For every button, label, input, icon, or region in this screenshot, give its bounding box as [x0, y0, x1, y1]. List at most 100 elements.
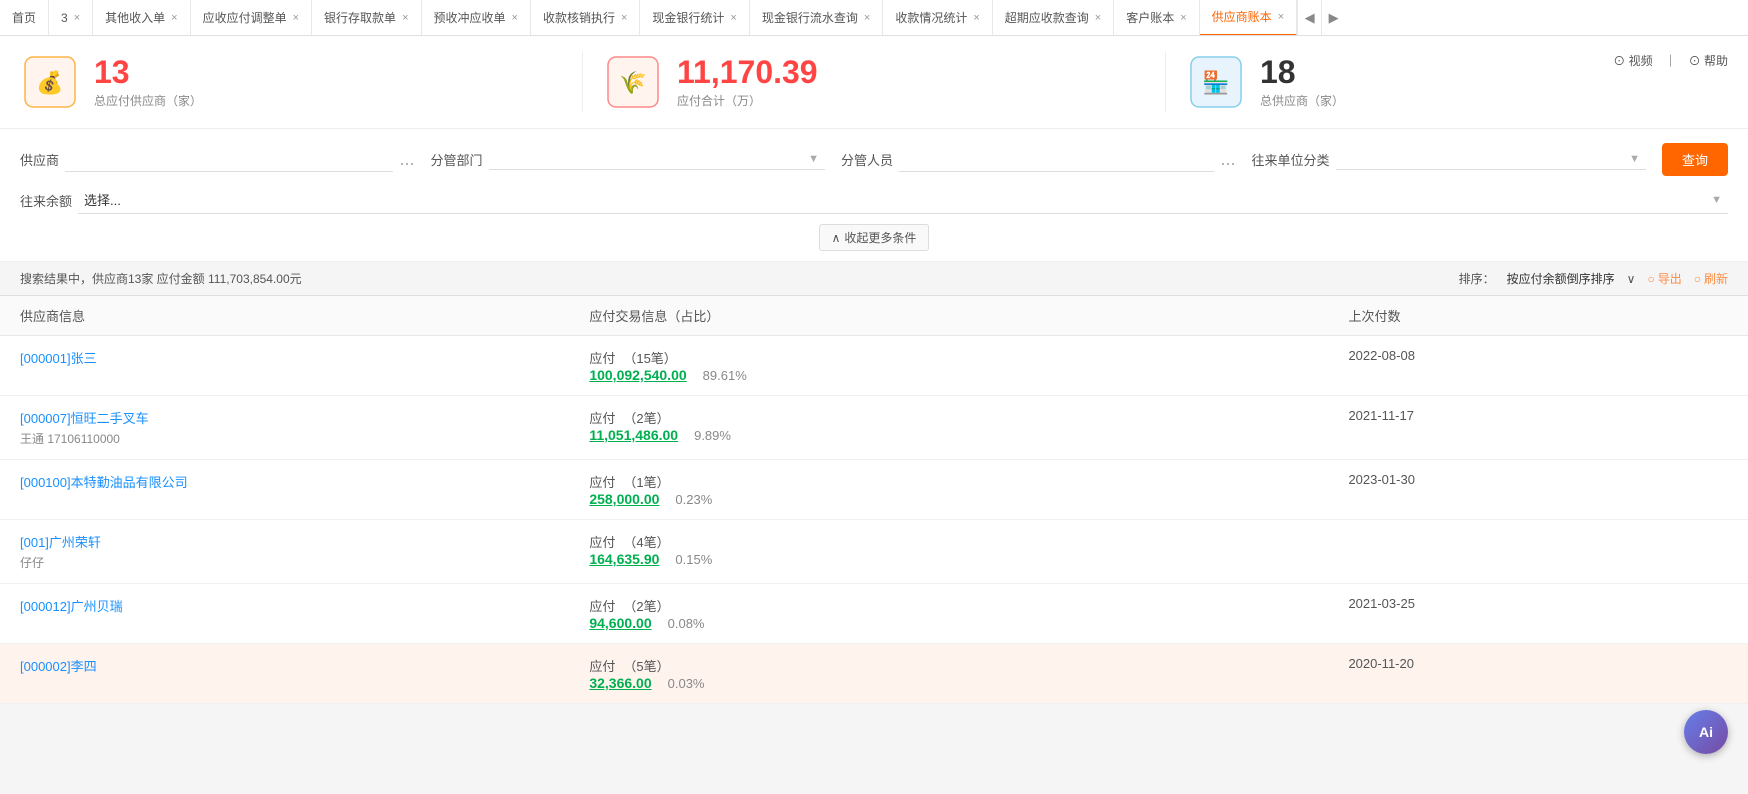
transaction-cell: 应付 （15笔） 100,092,540.00 89.61% — [589, 348, 1348, 383]
nav-tab-collection-exec-close[interactable]: × — [621, 12, 627, 24]
nav-tab-collection-exec-label: 收款核销执行 — [543, 9, 615, 26]
supplier-name-link[interactable]: [000002]李四 — [20, 659, 97, 674]
nav-prev-arrow[interactable]: ◀ — [1297, 0, 1321, 36]
filter-person-label: 分管人员 — [841, 150, 893, 169]
nav-tab-adjustment-label: 应收应付调整单 — [203, 9, 287, 26]
help-link[interactable]: ⊙ 帮助 — [1689, 52, 1728, 69]
filter-person-input[interactable] — [899, 148, 1214, 172]
table-row: [000100]本特勤油品有限公司 应付 （1笔） 258,000.00 0.2… — [0, 460, 1748, 520]
nav-tab-cash-flow-close[interactable]: × — [864, 12, 870, 24]
video-link[interactable]: ⊙ 视频 — [1613, 52, 1652, 69]
transaction-cell: 应付 （1笔） 258,000.00 0.23% — [589, 472, 1348, 507]
filter-balance-arrow: ▼ — [1711, 194, 1722, 206]
filter-category-select[interactable]: ▼ — [1336, 149, 1646, 170]
nav-tab-cash-flow[interactable]: 现金银行流水查询 × — [750, 0, 883, 36]
nav-tab-customer-ledger[interactable]: 客户账本 × — [1114, 0, 1199, 36]
nav-tab-home-label: 首页 — [12, 9, 36, 26]
summary-payable-suppliers: 💰 13 总应付供应商（家） — [20, 52, 562, 112]
supplier-name-link[interactable]: [000007]恒旺二手叉车 — [20, 411, 149, 426]
lastpay-date: 2020-11-20 — [1348, 656, 1414, 671]
tx-amount-link[interactable]: 164,635.90 — [589, 551, 659, 567]
payable-suppliers-num: 13 — [94, 56, 202, 88]
total-suppliers-icon: 🏪 — [1186, 52, 1246, 112]
nav-tab-adjustment-close[interactable]: × — [293, 12, 299, 24]
supplier-contact: 王通 17106110000 — [20, 430, 589, 447]
supplier-name-link[interactable]: [000100]本特勤油品有限公司 — [20, 475, 188, 490]
svg-text:🏪: 🏪 — [1202, 70, 1229, 95]
refresh-label: 刷新 — [1704, 270, 1728, 287]
collapse-icon: ∧ — [832, 231, 841, 245]
nav-tab-overdue-label: 超期应收款查询 — [1005, 9, 1089, 26]
lastpay-date: 2022-08-08 — [1348, 348, 1415, 363]
tx-line: 应付 （2笔） — [589, 408, 1348, 427]
collapse-button[interactable]: ∧ 收起更多条件 — [819, 224, 930, 251]
col-header-lastpay: 上次付数 — [1348, 306, 1728, 325]
nav-tab-overdue[interactable]: 超期应收款查询 × — [993, 0, 1114, 36]
nav-tab-adjustment[interactable]: 应收应付调整单 × — [191, 0, 312, 36]
nav-tab-collection-exec[interactable]: 收款核销执行 × — [531, 0, 640, 36]
nav-tab-supplier-ledger-close[interactable]: × — [1278, 11, 1284, 23]
nav-tab-prepay[interactable]: 预收冲应收单 × — [422, 0, 531, 36]
filter-dept-select[interactable]: ▼ — [489, 149, 825, 170]
tx-amount-link[interactable]: 94,600.00 — [589, 615, 651, 631]
supplier-contact: 仔仔 — [20, 554, 589, 571]
tx-amount-link[interactable]: 100,092,540.00 — [589, 367, 686, 383]
table-row: [001]广州荣轩 仔仔 应付 （4笔） 164,635.90 0.15% — [0, 520, 1748, 584]
filter-person-dots[interactable]: ... — [1220, 149, 1235, 170]
filter-dept-arrow: ▼ — [808, 153, 819, 165]
query-button[interactable]: 查询 — [1662, 143, 1728, 176]
nav-tab-3-close[interactable]: × — [74, 12, 80, 24]
nav-tab-other-income-close[interactable]: × — [171, 12, 177, 24]
nav-tab-cash-bank-stat[interactable]: 现金银行统计 × — [640, 0, 749, 36]
nav-tab-supplier-ledger-label: 供应商账本 — [1212, 8, 1272, 25]
supplier-name-link[interactable]: [000001]张三 — [20, 351, 97, 366]
nav-tab-overdue-close[interactable]: × — [1095, 12, 1101, 24]
nav-tab-home[interactable]: 首页 — [0, 0, 49, 36]
table-row: [000002]李四 应付 （5笔） 32,366.00 0.03% 2020-… — [0, 644, 1748, 704]
table-row: [000012]广州贝瑞 应付 （2笔） 94,600.00 0.08% 202… — [0, 584, 1748, 644]
sort-value[interactable]: 按应付余额倒序排序 — [1507, 270, 1615, 287]
supplier-name-link[interactable]: [001]广州荣轩 — [20, 535, 101, 550]
sort-arrow-icon[interactable]: ∨ — [1627, 272, 1636, 286]
tx-count: （4笔） — [623, 532, 669, 551]
tx-type-label: 应付 — [589, 472, 615, 491]
filter-supplier-input[interactable] — [65, 148, 393, 172]
filter-balance-select[interactable]: 选择... ▼ — [78, 186, 1728, 214]
refresh-button[interactable]: ○ 刷新 — [1694, 270, 1728, 287]
filter-dept: 分管部门 ▼ — [431, 149, 826, 170]
nav-tab-customer-ledger-close[interactable]: × — [1180, 12, 1186, 24]
tx-type-label: 应付 — [589, 532, 615, 551]
tx-type-label: 应付 — [589, 348, 615, 367]
results-summary-text: 搜索结果中，供应商13家 应付金额 111,703,854.00元 — [20, 270, 302, 287]
nav-tab-collection-stat-close[interactable]: × — [973, 12, 979, 24]
nav-tab-collection-stat[interactable]: 收款情况统计 × — [883, 0, 992, 36]
tx-amount-link[interactable]: 32,366.00 — [589, 675, 651, 691]
nav-next-arrow[interactable]: ▶ — [1321, 0, 1345, 36]
export-button[interactable]: ○ 导出 — [1647, 270, 1681, 287]
summary-bar: 💰 13 总应付供应商（家） 🌾 11,170.39 应付合计（万） 🏪 — [0, 36, 1748, 129]
lastpay-cell: 2023-01-30 — [1348, 472, 1728, 487]
nav-tab-bank-deposit[interactable]: 银行存取款单 × — [312, 0, 421, 36]
nav-tab-other-income[interactable]: 其他收入单 × — [93, 0, 190, 36]
tx-percent: 0.23% — [675, 492, 712, 507]
filter-dept-label: 分管部门 — [431, 150, 483, 169]
supplier-info-cell: [001]广州荣轩 仔仔 — [20, 532, 589, 571]
lastpay-date: 2023-01-30 — [1348, 472, 1415, 487]
supplier-name-link[interactable]: [000012]广州贝瑞 — [20, 599, 123, 614]
nav-tab-prepay-close[interactable]: × — [512, 12, 518, 24]
refresh-icon: ○ — [1694, 272, 1701, 286]
lastpay-cell: 2022-08-08 — [1348, 348, 1728, 363]
ai-assistant-button[interactable]: Ai — [1684, 710, 1728, 754]
transaction-cell: 应付 （2笔） 11,051,486.00 9.89% — [589, 408, 1348, 443]
filter-supplier-dots[interactable]: ... — [399, 149, 414, 170]
nav-tab-3[interactable]: 3 × — [49, 0, 93, 36]
total-suppliers-num: 18 — [1260, 56, 1344, 88]
payable-total-num: 11,170.39 — [677, 56, 818, 88]
tx-amount-link[interactable]: 258,000.00 — [589, 491, 659, 507]
nav-tab-bank-deposit-close[interactable]: × — [402, 12, 408, 24]
tx-amount-link[interactable]: 11,051,486.00 — [589, 427, 678, 443]
nav-tab-supplier-ledger[interactable]: 供应商账本 × — [1200, 0, 1297, 36]
total-suppliers-label: 总供应商（家） — [1260, 92, 1344, 109]
nav-tab-cash-bank-stat-close[interactable]: × — [730, 12, 736, 24]
summary-divider-2 — [1165, 52, 1166, 112]
